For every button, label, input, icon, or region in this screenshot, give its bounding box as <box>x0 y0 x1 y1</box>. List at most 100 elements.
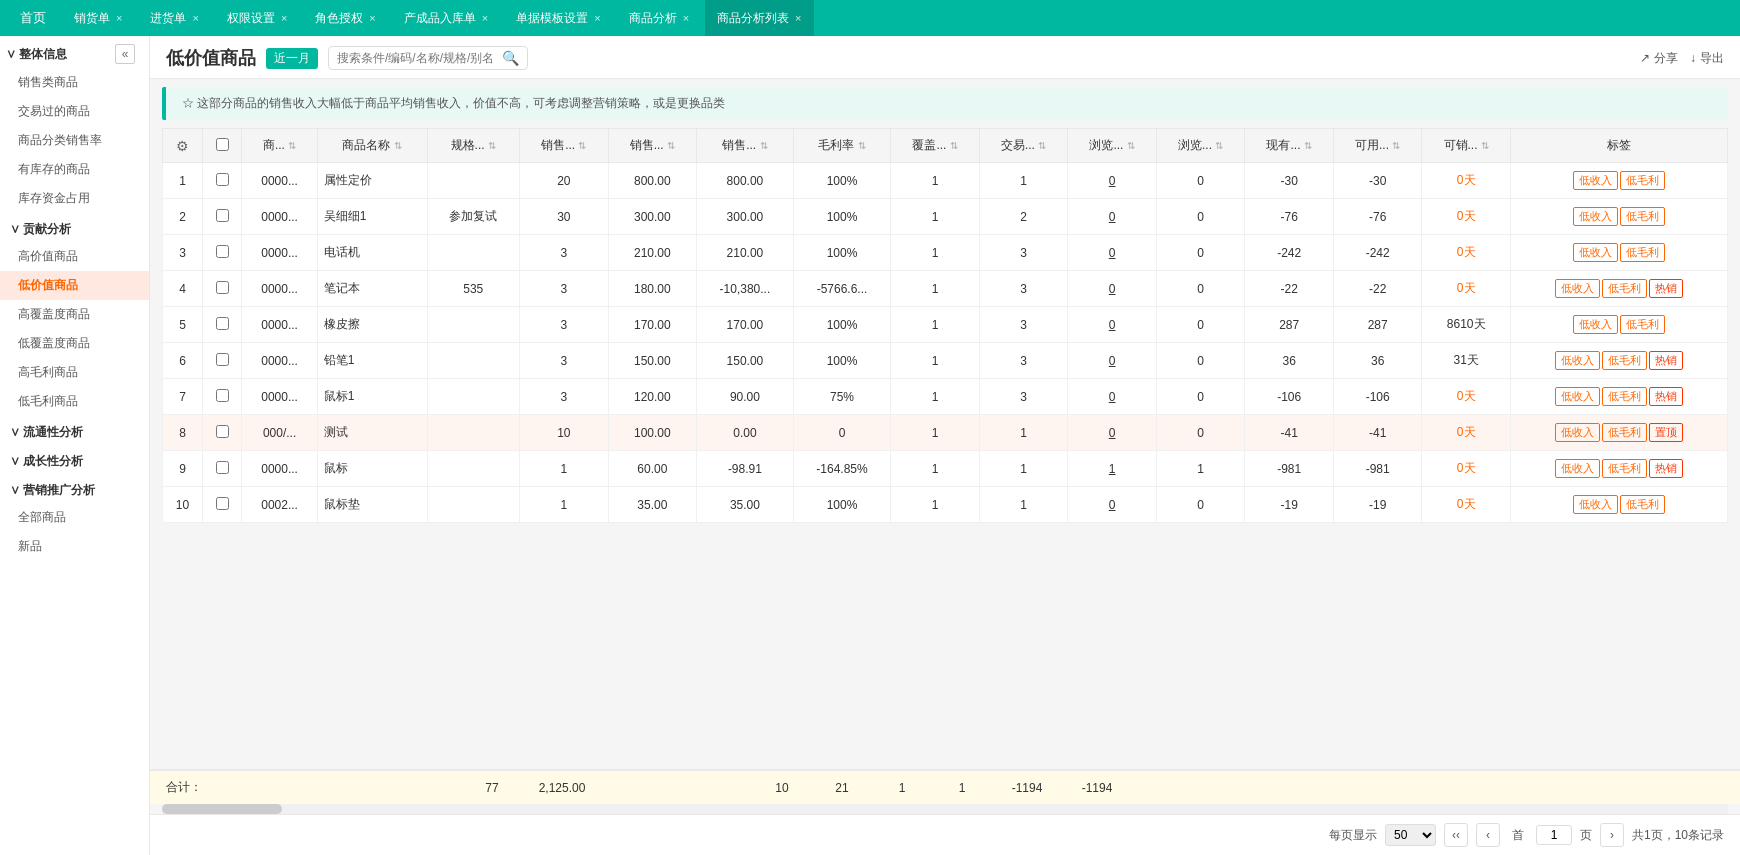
row-checkbox[interactable] <box>202 307 241 343</box>
sidebar-item-high-coverage[interactable]: 高覆盖度商品 <box>0 300 149 329</box>
row-checkbox[interactable] <box>202 235 241 271</box>
col-coverage[interactable]: 覆盖... ⇅ <box>891 129 980 163</box>
sidebar-item-low-margin[interactable]: 低毛利商品 <box>0 387 149 416</box>
sidebar-item-sales-goods[interactable]: 销售类商品 <box>0 68 149 97</box>
col-gross-margin[interactable]: 毛利率 ⇅ <box>793 129 891 163</box>
filter-tag[interactable]: 近一月 <box>266 48 318 69</box>
nav-template-settings[interactable]: 单据模板设置 × <box>504 0 612 36</box>
browse1-link[interactable]: 0 <box>1109 210 1116 224</box>
sidebar-item-stock-capital[interactable]: 库存资金占用 <box>0 184 149 213</box>
col-name[interactable]: 商品名称 ⇅ <box>317 129 427 163</box>
browse1-link[interactable]: 0 <box>1109 390 1116 404</box>
search-input[interactable] <box>337 51 502 65</box>
scrollbar-thumb[interactable] <box>162 804 282 814</box>
page-input[interactable] <box>1536 825 1572 845</box>
close-icon[interactable]: × <box>795 12 801 24</box>
row-checkbox[interactable] <box>202 379 241 415</box>
row-select-checkbox[interactable] <box>216 497 229 510</box>
row-browse1[interactable]: 0 <box>1068 271 1157 307</box>
col-settings[interactable]: ⚙ <box>163 129 203 163</box>
row-select-checkbox[interactable] <box>216 353 229 366</box>
sidebar-item-high-margin[interactable]: 高毛利商品 <box>0 358 149 387</box>
col-spec[interactable]: 规格... ⇅ <box>427 129 520 163</box>
share-button[interactable]: ↗ 分享 <box>1640 50 1678 67</box>
nav-permission[interactable]: 权限设置 × <box>215 0 299 36</box>
row-checkbox[interactable] <box>202 487 241 523</box>
sidebar-item-stock-goods[interactable]: 有库存的商品 <box>0 155 149 184</box>
sidebar-item-all-goods[interactable]: 全部商品 <box>0 503 149 532</box>
sidebar-item-low-coverage[interactable]: 低覆盖度商品 <box>0 329 149 358</box>
select-all-checkbox[interactable] <box>216 138 229 151</box>
row-browse1[interactable]: 0 <box>1068 343 1157 379</box>
col-current-stock[interactable]: 现有... ⇅ <box>1245 129 1334 163</box>
settings-icon[interactable]: ⚙ <box>176 138 189 154</box>
browse1-link[interactable]: 0 <box>1109 426 1116 440</box>
row-select-checkbox[interactable] <box>216 173 229 186</box>
row-browse1[interactable]: 1 <box>1068 451 1157 487</box>
col-code[interactable]: 商... ⇅ <box>242 129 317 163</box>
row-browse1[interactable]: 0 <box>1068 235 1157 271</box>
browse1-link[interactable]: 0 <box>1109 246 1116 260</box>
sidebar-item-traded-goods[interactable]: 交易过的商品 <box>0 97 149 126</box>
row-checkbox[interactable] <box>202 343 241 379</box>
row-select-checkbox[interactable] <box>216 461 229 474</box>
first-page-btn[interactable]: ‹‹ <box>1444 823 1468 847</box>
browse1-link[interactable]: 1 <box>1109 462 1116 476</box>
col-browse1[interactable]: 浏览... ⇅ <box>1068 129 1157 163</box>
scrollbar[interactable] <box>162 804 1728 814</box>
row-checkbox[interactable] <box>202 451 241 487</box>
browse1-link[interactable]: 0 <box>1109 318 1116 332</box>
sidebar-item-low-value[interactable]: 低价值商品 <box>0 271 149 300</box>
nav-sales-order[interactable]: 销货单 × <box>62 0 134 36</box>
browse1-link[interactable]: 0 <box>1109 174 1116 188</box>
close-icon[interactable]: × <box>281 12 287 24</box>
close-icon[interactable]: × <box>192 12 198 24</box>
nav-role-auth[interactable]: 角色授权 × <box>303 0 387 36</box>
close-icon[interactable]: × <box>116 12 122 24</box>
sidebar-item-new-goods[interactable]: 新品 <box>0 532 149 561</box>
sidebar-item-high-value[interactable]: 高价值商品 <box>0 242 149 271</box>
per-page-select[interactable]: 50 100 <box>1385 824 1436 846</box>
row-browse1[interactable]: 0 <box>1068 307 1157 343</box>
browse1-link[interactable]: 0 <box>1109 354 1116 368</box>
row-browse1[interactable]: 0 <box>1068 199 1157 235</box>
row-select-checkbox[interactable] <box>216 425 229 438</box>
browse1-link[interactable]: 0 <box>1109 498 1116 512</box>
col-sales-price[interactable]: 销售... ⇅ <box>608 129 697 163</box>
close-icon[interactable]: × <box>683 12 689 24</box>
close-icon[interactable]: × <box>369 12 375 24</box>
next-page-btn[interactable]: › <box>1600 823 1624 847</box>
row-select-checkbox[interactable] <box>216 209 229 222</box>
row-checkbox[interactable] <box>202 271 241 307</box>
browse1-link[interactable]: 0 <box>1109 282 1116 296</box>
row-browse1[interactable]: 0 <box>1068 487 1157 523</box>
close-icon[interactable]: × <box>482 12 488 24</box>
close-icon[interactable]: × <box>594 12 600 24</box>
nav-purchase-order[interactable]: 进货单 × <box>138 0 210 36</box>
col-sales-cost[interactable]: 销售... ⇅ <box>697 129 794 163</box>
col-trade[interactable]: 交易... ⇅ <box>979 129 1068 163</box>
row-select-checkbox[interactable] <box>216 317 229 330</box>
nav-product-analysis-list[interactable]: 商品分析列表 × <box>705 0 813 36</box>
nav-product-analysis[interactable]: 商品分析 × <box>617 0 701 36</box>
row-checkbox[interactable] <box>202 415 241 451</box>
export-button[interactable]: ↓ 导出 <box>1690 50 1724 67</box>
col-browse2[interactable]: 浏览... ⇅ <box>1156 129 1245 163</box>
nav-home[interactable]: 首页 <box>8 0 58 36</box>
col-saleable[interactable]: 可销... ⇅ <box>1422 129 1511 163</box>
row-checkbox[interactable] <box>202 163 241 199</box>
row-select-checkbox[interactable] <box>216 389 229 402</box>
row-browse1[interactable]: 0 <box>1068 415 1157 451</box>
row-select-checkbox[interactable] <box>216 281 229 294</box>
sidebar-collapse-btn[interactable]: « <box>115 44 135 64</box>
prev-page-btn[interactable]: ‹ <box>1476 823 1500 847</box>
search-icon[interactable]: 🔍 <box>502 50 519 66</box>
row-browse1[interactable]: 0 <box>1068 379 1157 415</box>
col-sales-qty[interactable]: 销售... ⇅ <box>520 129 609 163</box>
row-checkbox[interactable] <box>202 199 241 235</box>
sidebar-item-category-sales[interactable]: 商品分类销售率 <box>0 126 149 155</box>
nav-finished-goods[interactable]: 产成品入库单 × <box>392 0 500 36</box>
col-available[interactable]: 可用... ⇅ <box>1333 129 1422 163</box>
row-browse1[interactable]: 0 <box>1068 163 1157 199</box>
row-select-checkbox[interactable] <box>216 245 229 258</box>
